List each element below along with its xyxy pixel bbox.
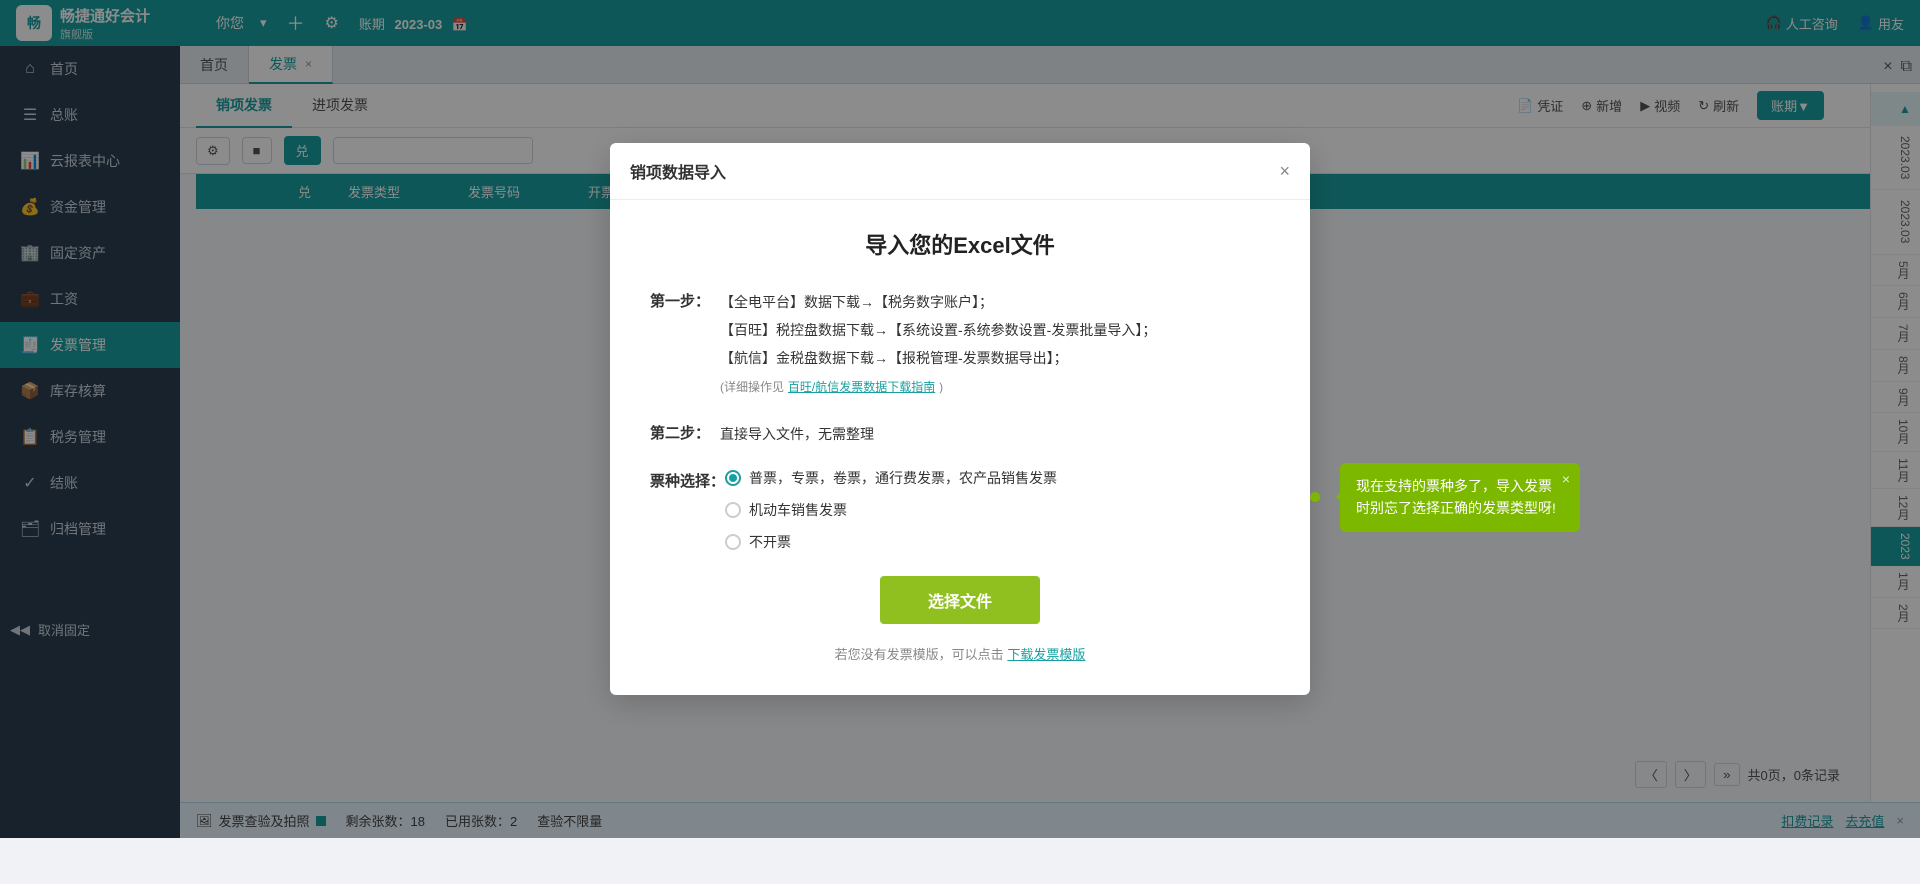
modal-title: 销项数据导入	[630, 159, 726, 183]
select-file-btn[interactable]: 选择文件	[880, 576, 1040, 624]
step1-label: 第一步：	[650, 288, 720, 311]
step1-line1: 【全电平台】数据下载→【税务数字账户】；	[720, 288, 1156, 316]
modal-header: 销项数据导入 ×	[610, 143, 1310, 200]
step1-line3: 【航信】金税盘数据下载→【报税管理-发票数据导出】；	[720, 344, 1156, 372]
tooltip-bubble: × 现在支持的票种多了，导入发票时别忘了选择正确的发票类型呀!	[1340, 463, 1580, 532]
modal-footer: 若您没有发票模版，可以点击 下载发票模版	[650, 644, 1270, 663]
step1-line2: 【百旺】税控盘数据下载→【系统设置-系统参数设置-发票批量导入】；	[720, 316, 1156, 344]
step2-label: 第二步：	[650, 420, 720, 443]
radio-motor[interactable]	[725, 502, 741, 518]
step2-content: 直接导入文件，无需整理	[720, 420, 874, 448]
ticket-choice: 票种选择： 普票，专票，卷票，通行费发票，农产品销售发票 机动车销售发票	[650, 468, 1270, 552]
ticket-option-motor[interactable]: 机动车销售发票	[725, 500, 1057, 520]
ticket-label: 票种选择：	[650, 468, 725, 491]
step1-content: 【全电平台】数据下载→【税务数字账户】； 【百旺】税控盘数据下载→【系统设置-系…	[720, 288, 1156, 400]
download-template-link[interactable]: 下载发票模版	[1007, 647, 1085, 662]
step1-link-row: (详细操作见 百旺/航信发票数据下载指南 )	[720, 372, 1156, 400]
ticket-noinvoice-label: 不开票	[749, 532, 791, 552]
tooltip-text: 现在支持的票种多了，导入发票时别忘了选择正确的发票类型呀!	[1356, 478, 1556, 516]
ticket-motor-label: 机动车销售发票	[749, 500, 847, 520]
ticket-option-normal[interactable]: 普票，专票，卷票，通行费发票，农产品销售发票	[725, 468, 1057, 488]
tooltip-close-icon: ×	[1562, 471, 1570, 487]
ticket-option-noinvoice[interactable]: 不开票	[725, 532, 1057, 552]
modal-close-btn[interactable]: ×	[1279, 161, 1290, 182]
step2-row: 第二步： 直接导入文件，无需整理	[650, 420, 1270, 448]
modal-overlay: 销项数据导入 × 导入您的Excel文件 第一步： 【全电平台】数据下载→【税务…	[0, 0, 1920, 838]
ticket-normal-label: 普票，专票，卷票，通行费发票，农产品销售发票	[749, 468, 1057, 488]
modal-body: 导入您的Excel文件 第一步： 【全电平台】数据下载→【税务数字账户】； 【百…	[610, 200, 1310, 695]
radio-normal[interactable]	[725, 470, 741, 486]
ticket-options: 普票，专票，卷票，通行费发票，农产品销售发票 机动车销售发票 不开票	[725, 468, 1057, 552]
guide-link[interactable]: 百旺/航信发票数据下载指南	[788, 380, 935, 394]
footer-text: 若您没有发票模版，可以点击	[835, 647, 1004, 662]
modal-main-title: 导入您的Excel文件	[650, 228, 1270, 260]
modal: 销项数据导入 × 导入您的Excel文件 第一步： 【全电平台】数据下载→【税务…	[610, 143, 1310, 695]
step1-row: 第一步： 【全电平台】数据下载→【税务数字账户】； 【百旺】税控盘数据下载→【系…	[650, 288, 1270, 400]
tooltip-close-btn[interactable]: ×	[1562, 471, 1570, 487]
radio-noinvoice[interactable]	[725, 534, 741, 550]
select-file-label: 选择文件	[928, 594, 992, 611]
tooltip-dot	[1310, 492, 1320, 502]
